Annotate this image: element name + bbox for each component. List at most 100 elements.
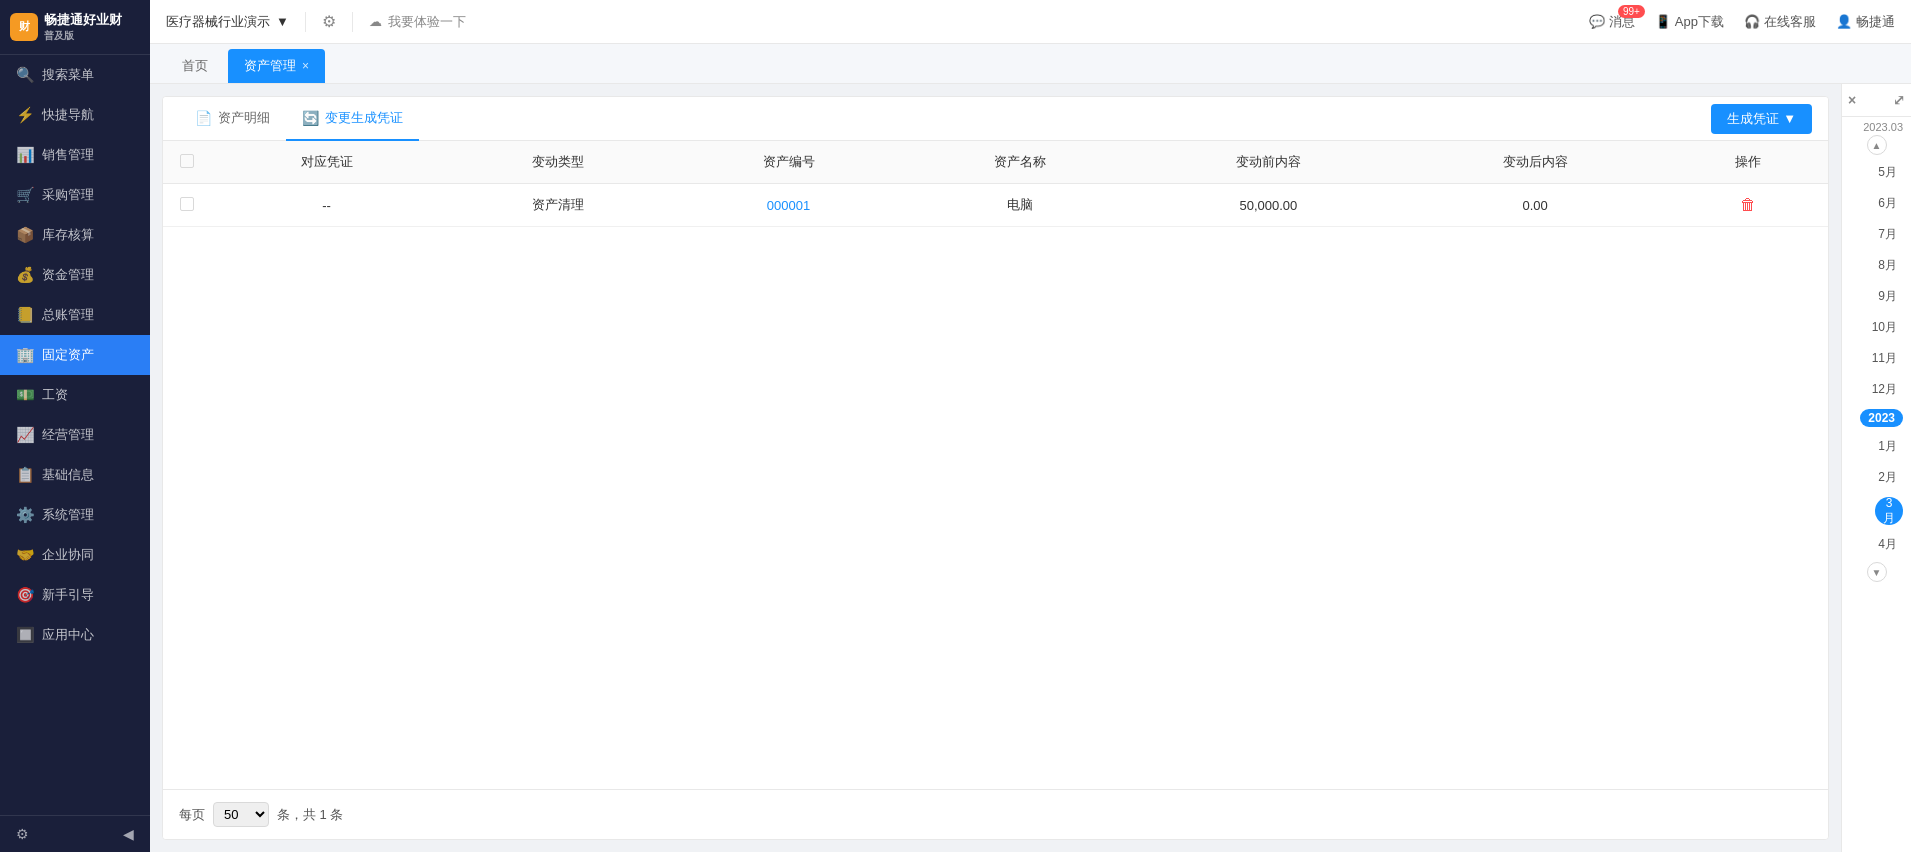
table-body: -- 资产清理 000001 电脑 50,000.00 0.00 🗑 — [163, 184, 1828, 227]
scroll-up-button[interactable]: ▲ — [1867, 135, 1887, 155]
sidebar-item-ledger[interactable]: 📒 总账管理 — [0, 295, 150, 335]
tab-assets-label: 资产管理 — [244, 57, 296, 75]
month-10[interactable]: 10月 — [1842, 312, 1911, 343]
date-panel: × ⤢ 2023.03 ▲ 5月 6月 7月 8月 — [1841, 84, 1911, 852]
col-after-change: 变动后内容 — [1402, 141, 1669, 184]
tab-close-icon[interactable]: × — [302, 59, 309, 73]
chevron-down-icon: ▼ — [276, 14, 289, 29]
settings-gear-icon[interactable]: ⚙ — [322, 12, 336, 31]
sub-tab-asset-list-label: 资产明细 — [218, 109, 270, 127]
sidebar-label-ledger: 总账管理 — [42, 306, 94, 324]
row-after-change: 0.00 — [1402, 184, 1669, 227]
sidebar-item-fixed-assets[interactable]: 🏢固定资产 — [0, 335, 150, 375]
topbar-divider2 — [352, 12, 353, 32]
tab-home-label: 首页 — [182, 58, 208, 73]
month-3-current[interactable]: 3月 — [1842, 493, 1911, 529]
scroll-down-button[interactable]: ▼ — [1867, 562, 1887, 582]
sub-tab-actions: 生成凭证 ▼ — [1711, 104, 1812, 134]
sidebar: 财 畅捷通好业财 普及版 🔍 搜索菜单 ⚡ 快捷导航 📊销售管理 🛒 采购管理 📦库存核算💰资… — [0, 0, 150, 852]
month-4[interactable]: 4月 — [1842, 529, 1911, 560]
sidebar-label-quick-nav: 快捷导航 — [42, 106, 94, 124]
tab-assets[interactable]: 资产管理 × — [228, 49, 325, 83]
online-service-label: 在线客服 — [1764, 13, 1816, 31]
sub-tab-asset-list[interactable]: 📄 资产明细 — [179, 97, 286, 141]
sidebar-icon-purchase: 🛒 — [16, 186, 34, 204]
month-12[interactable]: 12月 — [1842, 374, 1911, 405]
delete-row-button[interactable]: 🗑 — [1740, 196, 1756, 213]
online-service-btn[interactable]: 🎧 在线客服 — [1744, 13, 1816, 31]
sidebar-item-search[interactable]: 🔍 搜索菜单 — [0, 55, 150, 95]
topbar-divider — [305, 12, 306, 32]
month-1[interactable]: 1月 — [1842, 431, 1911, 462]
sidebar-bottom: ⚙ ◀ — [0, 815, 150, 852]
select-all-checkbox[interactable] — [180, 154, 194, 168]
current-month-label[interactable]: 3月 — [1875, 497, 1903, 525]
col-change-type: 变动类型 — [442, 141, 673, 184]
logo-title: 畅捷通好业财 — [44, 12, 122, 29]
generate-dropdown-icon: ▼ — [1783, 111, 1796, 126]
generate-voucher-button[interactable]: 生成凭证 ▼ — [1711, 104, 1812, 134]
sidebar-item-salary[interactable]: 💵工资 — [0, 375, 150, 415]
row-asset-name: 电脑 — [904, 184, 1135, 227]
sidebar-nav: 🔍 搜索菜单 ⚡ 快捷导航 📊销售管理 🛒 采购管理 📦库存核算💰资金管理 📒 总账管理 🏢固定资产… — [0, 55, 150, 815]
month-11[interactable]: 11月 — [1842, 343, 1911, 374]
month-2[interactable]: 2月 — [1842, 462, 1911, 493]
pagination: 每页 50 10 20 100 条，共 1 条 — [163, 789, 1828, 839]
topbar-experience[interactable]: ☁ 我要体验一下 — [369, 13, 466, 31]
tab-home[interactable]: 首页 — [166, 49, 224, 83]
row-checkbox[interactable] — [180, 197, 194, 211]
logo-icon: 财 — [10, 13, 38, 41]
sub-tab-change-voucher-label: 变更生成凭证 — [325, 109, 403, 127]
sidebar-icon-search: 🔍 — [16, 66, 34, 84]
year-2023-tag[interactable]: 2023 — [1860, 409, 1903, 427]
date-panel-close-icon[interactable]: × — [1848, 92, 1856, 108]
app-download-btn[interactable]: 📱 App下载 — [1655, 13, 1724, 31]
sidebar-label-finance: 资金管理 — [42, 266, 94, 284]
sidebar-item-finance[interactable]: 💰资金管理 — [0, 255, 150, 295]
sub-tab-change-voucher[interactable]: 🔄 变更生成凭证 — [286, 97, 419, 141]
sidebar-item-sales[interactable]: 📊销售管理 — [0, 135, 150, 175]
sidebar-icon-enterprise: 🤝 — [16, 546, 34, 564]
month-9[interactable]: 9月 — [1842, 281, 1911, 312]
sidebar-item-system[interactable]: ⚙️系统管理 — [0, 495, 150, 535]
row-asset-code[interactable]: 000001 — [673, 184, 904, 227]
sidebar-icon-salary: 💵 — [16, 386, 34, 404]
date-panel-expand-icon[interactable]: ⤢ — [1893, 92, 1905, 108]
sidebar-label-purchase: 采购管理 — [42, 186, 94, 204]
month-7[interactable]: 7月 — [1842, 219, 1911, 250]
year-2023-row[interactable]: 2023 — [1842, 405, 1911, 431]
sidebar-item-operations[interactable]: 📈经营管理 — [0, 415, 150, 455]
messages-btn[interactable]: 💬 消息 99+ — [1589, 13, 1635, 31]
message-icon: 💬 — [1589, 14, 1605, 29]
sidebar-label-guide: 新手引导 — [42, 586, 94, 604]
sidebar-item-quick-nav[interactable]: ⚡ 快捷导航 — [0, 95, 150, 135]
settings-icon[interactable]: ⚙ — [16, 826, 29, 842]
row-action: 🗑 — [1669, 184, 1829, 227]
month-5[interactable]: 5月 — [1842, 157, 1911, 188]
month-6[interactable]: 6月 — [1842, 188, 1911, 219]
per-page-select[interactable]: 50 10 20 100 — [213, 802, 269, 827]
sidebar-icon-ledger: 📒 — [16, 306, 34, 324]
topbar-company[interactable]: 医疗器械行业演示 ▼ — [166, 13, 289, 31]
sidebar-icon-quick-nav: ⚡ — [16, 106, 34, 124]
collapse-icon[interactable]: ◀ — [123, 826, 134, 842]
sidebar-item-guide[interactable]: 🎯新手引导 — [0, 575, 150, 615]
user-profile-btn[interactable]: 👤 畅捷通 — [1836, 13, 1895, 31]
nav-tabs: 首页 资产管理 × — [150, 44, 1911, 84]
sidebar-item-enterprise[interactable]: 🤝企业协同 — [0, 535, 150, 575]
sidebar-item-inventory[interactable]: 📦库存核算 — [0, 215, 150, 255]
sidebar-item-app-center[interactable]: 🔲应用中心 — [0, 615, 150, 655]
sidebar-logo: 财 畅捷通好业财 普及版 — [0, 0, 150, 55]
topbar: 医疗器械行业演示 ▼ ⚙ ☁ 我要体验一下 💬 消息 99+ 📱 App下载 🎧… — [150, 0, 1911, 44]
sidebar-label-sales: 销售管理 — [42, 146, 94, 164]
sidebar-item-purchase[interactable]: 🛒 采购管理 — [0, 175, 150, 215]
sidebar-label-search: 搜索菜单 — [42, 66, 94, 84]
sidebar-item-basic-info[interactable]: 📋基础信息 — [0, 455, 150, 495]
generate-voucher-label: 生成凭证 — [1727, 110, 1779, 128]
message-badge: 99+ — [1618, 5, 1645, 18]
app-download-label: App下载 — [1675, 13, 1724, 31]
col-before-change: 变动前内容 — [1135, 141, 1402, 184]
month-8[interactable]: 8月 — [1842, 250, 1911, 281]
sidebar-label-fixed-assets: 固定资产 — [42, 346, 94, 364]
sidebar-label-operations: 经营管理 — [42, 426, 94, 444]
